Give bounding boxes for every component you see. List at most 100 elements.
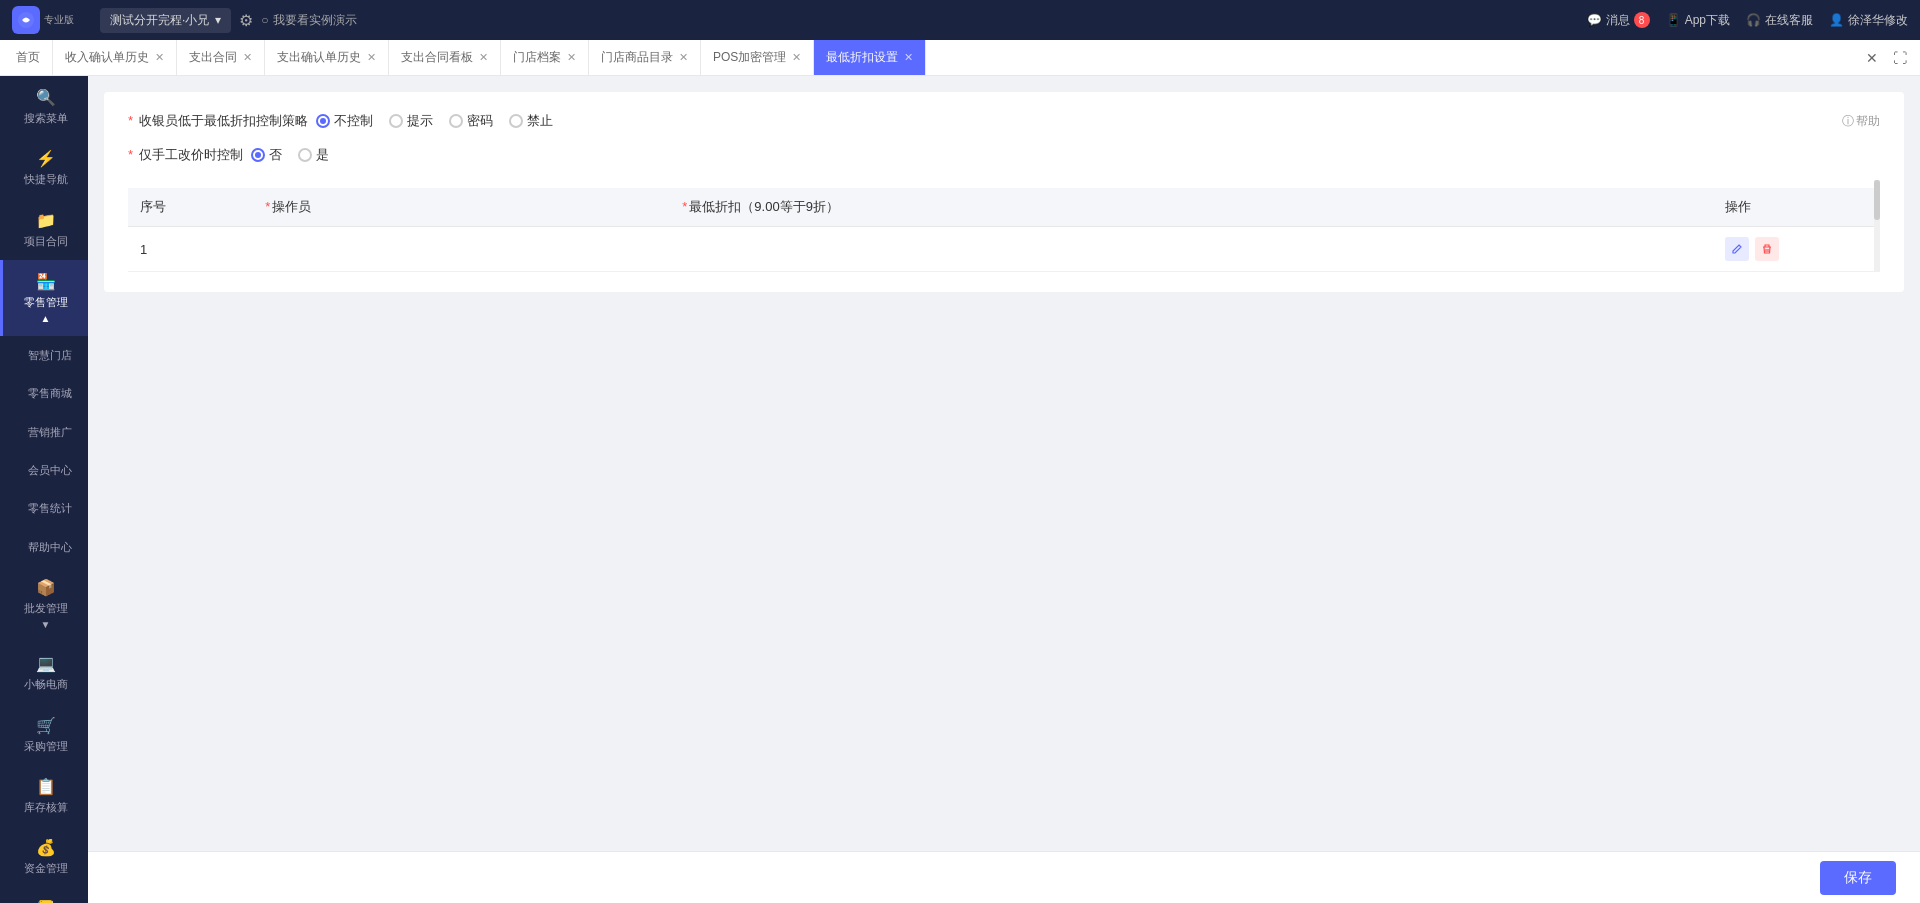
project-selector[interactable]: 测试分开完程·小兄 ▾ <box>100 8 231 33</box>
tab-close-store-archive[interactable]: ✕ <box>567 52 576 63</box>
manual-radio-group: 否 是 <box>251 146 329 164</box>
sidebar-item-purchase[interactable]: 🛒 采购管理 <box>0 704 88 765</box>
settings-icon[interactable]: ⚙ <box>239 11 253 30</box>
sidebar-item-ecommerce[interactable]: 💻 小畅电商 <box>0 642 88 703</box>
demo-link[interactable]: ○ 我要看实例演示 <box>261 12 356 29</box>
col-header-operator: *操作员 <box>253 188 670 227</box>
sidebar-item-inventory[interactable]: 📋 库存核算 <box>0 765 88 826</box>
table-scrollbar-thumb <box>1874 180 1880 220</box>
messages-button[interactable]: 💬 消息 8 <box>1587 12 1650 29</box>
tab-min-discount[interactable]: 最低折扣设置 ✕ <box>814 40 926 76</box>
top-header: 专业版 测试分开完程·小兄 ▾ ⚙ ○ 我要看实例演示 💬 消息 8 📱 App… <box>0 0 1920 40</box>
radio-manual-yes-circle <box>298 148 312 162</box>
cell-action <box>1713 227 1880 272</box>
required-star-2: * <box>128 147 133 162</box>
logo-area: 专业版 <box>12 6 100 34</box>
policy-forbid[interactable]: 禁止 <box>509 112 553 130</box>
cell-min-discount <box>670 227 1713 272</box>
policy-password[interactable]: 密码 <box>449 112 493 130</box>
download-icon: 📱 <box>1666 13 1681 27</box>
delete-button[interactable] <box>1755 237 1779 261</box>
customer-service-button[interactable]: 🎧 在线客服 <box>1746 12 1813 29</box>
app-logo-icon <box>12 6 40 34</box>
bottom-bar: 保存 <box>88 851 1920 903</box>
radio-password-circle <box>449 114 463 128</box>
policy-row: * 收银员低于最低折扣控制策略 不控制 提示 <box>128 112 1880 130</box>
main-layout: 🔍 搜索菜单 ⚡ 快捷导航 📁 项目合同 🏪 零售管理 ▲ 智慧门店 零售商城 … <box>0 76 1920 903</box>
sidebar-item-marketing[interactable]: 营销推广 <box>0 413 88 451</box>
manual-row: * 仅手工改价时控制 否 是 <box>128 146 1880 164</box>
form-card: * 收银员低于最低折扣控制策略 不控制 提示 <box>104 92 1904 292</box>
tab-store-archive[interactable]: 门店档案 ✕ <box>501 40 589 76</box>
help-circle-icon: ⓘ <box>1842 113 1854 130</box>
sidebar-item-accounting[interactable]: 📒 总账管理 <box>0 887 88 903</box>
tab-close-payment-confirm[interactable]: ✕ <box>367 52 376 63</box>
tab-payment-board[interactable]: 支出合同看板 ✕ <box>389 40 501 76</box>
table-header: 序号 *操作员 *最低折扣（9.00等于9折） 操作 <box>128 188 1880 227</box>
tab-store-products[interactable]: 门店商品目录 ✕ <box>589 40 701 76</box>
tab-payment-confirm[interactable]: 支出确认单历史 ✕ <box>265 40 389 76</box>
edit-button[interactable] <box>1725 237 1749 261</box>
header-right: 💬 消息 8 📱 App下载 🎧 在线客服 👤 徐泽华修改 <box>1587 12 1908 29</box>
tab-close-payment-contract[interactable]: ✕ <box>243 52 252 63</box>
table-body: 1 <box>128 227 1880 272</box>
sidebar-item-smart-store[interactable]: 智慧门店 <box>0 336 88 374</box>
avatar-icon: 👤 <box>1829 13 1844 27</box>
policy-hint[interactable]: 提示 <box>389 112 433 130</box>
message-badge: 8 <box>1634 12 1650 28</box>
tab-pos-password[interactable]: POS加密管理 ✕ <box>701 40 814 76</box>
sidebar: 🔍 搜索菜单 ⚡ 快捷导航 📁 项目合同 🏪 零售管理 ▲ 智慧门店 零售商城 … <box>0 76 88 903</box>
table-wrapper: 序号 *操作员 *最低折扣（9.00等于9折） 操作 <box>128 180 1880 272</box>
chevron-down-icon: ▾ <box>215 13 221 27</box>
content-area: * 收银员低于最低折扣控制策略 不控制 提示 <box>88 76 1920 903</box>
policy-no-control[interactable]: 不控制 <box>316 112 373 130</box>
tab-maximize[interactable]: ⛶ <box>1888 46 1912 70</box>
manual-no[interactable]: 否 <box>251 146 282 164</box>
sidebar-item-search[interactable]: 🔍 搜索菜单 <box>0 76 88 137</box>
header-middle: 测试分开完程·小兄 ▾ ⚙ ○ 我要看实例演示 <box>100 8 1587 33</box>
page-content: * 收银员低于最低折扣控制策略 不控制 提示 <box>88 76 1920 851</box>
tab-close-payment-board[interactable]: ✕ <box>479 52 488 63</box>
search-icon: 🔍 <box>36 88 56 107</box>
col-header-seq: 序号 <box>128 188 253 227</box>
tab-home[interactable]: 首页 <box>4 40 53 76</box>
sidebar-item-finance[interactable]: 💰 资金管理 <box>0 826 88 887</box>
sidebar-item-nav[interactable]: ⚡ 快捷导航 <box>0 137 88 198</box>
inventory-icon: 📋 <box>36 777 56 796</box>
table-scrollbar <box>1874 180 1880 272</box>
tab-close-income-confirm[interactable]: ✕ <box>155 52 164 63</box>
tab-payment-contract[interactable]: 支出合同 ✕ <box>177 40 265 76</box>
sidebar-item-retail-stat[interactable]: 零售统计 <box>0 489 88 527</box>
purchase-icon: 🛒 <box>36 716 56 735</box>
expand-icon: ▲ <box>41 313 51 324</box>
sidebar-item-help[interactable]: 帮助中心 <box>0 528 88 566</box>
table-row: 1 <box>128 227 1880 272</box>
sidebar-item-online-store[interactable]: 零售商城 <box>0 374 88 412</box>
save-button[interactable]: 保存 <box>1820 861 1896 895</box>
user-profile-button[interactable]: 👤 徐泽华修改 <box>1829 12 1908 29</box>
tab-close-min-discount[interactable]: ✕ <box>904 52 913 63</box>
tab-close-store-products[interactable]: ✕ <box>679 52 688 63</box>
radio-manual-no-circle <box>251 148 265 162</box>
manual-yes[interactable]: 是 <box>298 146 329 164</box>
sidebar-item-retail[interactable]: 🏪 零售管理 ▲ <box>0 260 88 336</box>
ecommerce-icon: 💻 <box>36 654 56 673</box>
tab-close-pos-password[interactable]: ✕ <box>792 52 801 63</box>
app-logo-text: 专业版 <box>44 14 74 26</box>
sidebar-item-project[interactable]: 📁 项目合同 <box>0 199 88 260</box>
action-buttons <box>1725 237 1868 261</box>
message-icon: 💬 <box>1587 13 1602 27</box>
tab-income-confirm[interactable]: 收入确认单历史 ✕ <box>53 40 177 76</box>
help-button[interactable]: ⓘ 帮助 <box>1842 113 1880 130</box>
manual-label: * 仅手工改价时控制 <box>128 146 243 164</box>
radio-forbid-circle <box>509 114 523 128</box>
sidebar-item-wholesale[interactable]: 📦 批发管理 ▼ <box>0 566 88 642</box>
circle-icon: ○ <box>261 13 268 27</box>
tab-close-current[interactable]: ✕ <box>1860 46 1884 70</box>
app-download-button[interactable]: 📱 App下载 <box>1666 12 1730 29</box>
tab-bar: 首页 收入确认单历史 ✕ 支出合同 ✕ 支出确认单历史 ✕ 支出合同看板 ✕ 门… <box>0 40 1920 76</box>
nav-icon: ⚡ <box>36 149 56 168</box>
col-header-action: 操作 <box>1713 188 1880 227</box>
col-header-min-discount: *最低折扣（9.00等于9折） <box>670 188 1713 227</box>
sidebar-item-member[interactable]: 会员中心 <box>0 451 88 489</box>
